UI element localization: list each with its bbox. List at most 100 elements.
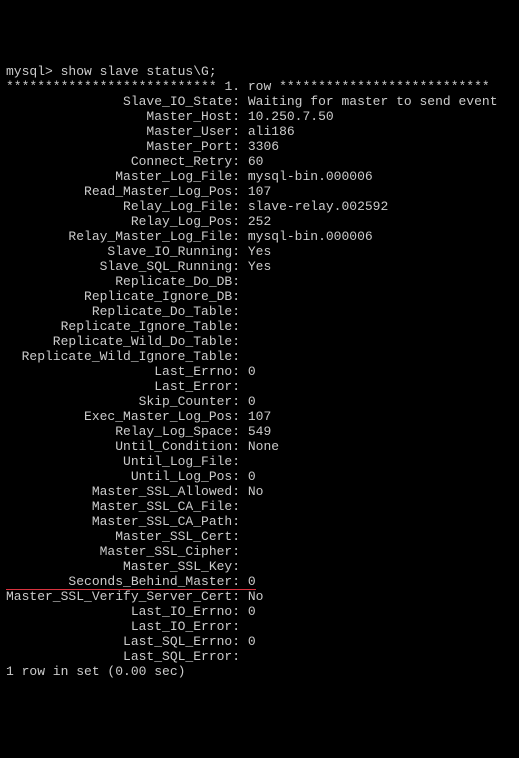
status-field-row: Replicate_Do_Table: bbox=[6, 304, 513, 319]
status-field-row: Master_User: ali186 bbox=[6, 124, 513, 139]
field-value: Yes bbox=[248, 259, 271, 274]
field-label: Master_SSL_Verify_Server_Cert: bbox=[6, 589, 240, 604]
field-value: No bbox=[248, 484, 264, 499]
status-field-row: Last_SQL_Errno: 0 bbox=[6, 634, 513, 649]
status-field-row: Replicate_Wild_Ignore_Table: bbox=[6, 349, 513, 364]
field-label: Exec_Master_Log_Pos: bbox=[6, 409, 240, 424]
field-label: Slave_IO_Running: bbox=[6, 244, 240, 259]
field-label: Replicate_Ignore_Table: bbox=[6, 319, 240, 334]
field-value: 107 bbox=[248, 184, 271, 199]
highlight-seconds-behind-master: Seconds_Behind_Master: 0 bbox=[6, 574, 256, 590]
field-label: Replicate_Do_Table: bbox=[6, 304, 240, 319]
field-label: Until_Condition: bbox=[6, 439, 240, 454]
field-label: Last_IO_Error: bbox=[6, 619, 240, 634]
field-value: 549 bbox=[248, 424, 271, 439]
field-label: Master_SSL_Cert: bbox=[6, 529, 240, 544]
field-label: Slave_SQL_Running: bbox=[6, 259, 240, 274]
field-value: 0 bbox=[248, 574, 256, 589]
field-value: None bbox=[248, 439, 279, 454]
field-label: Connect_Retry: bbox=[6, 154, 240, 169]
status-field-row: Master_Host: 10.250.7.50 bbox=[6, 109, 513, 124]
field-label: Last_SQL_Errno: bbox=[6, 634, 240, 649]
status-field-row: Master_Log_File: mysql-bin.000006 bbox=[6, 169, 513, 184]
field-value: mysql-bin.000006 bbox=[248, 229, 373, 244]
field-value: 252 bbox=[248, 214, 271, 229]
field-label: Replicate_Do_DB: bbox=[6, 274, 240, 289]
status-field-row: Exec_Master_Log_Pos: 107 bbox=[6, 409, 513, 424]
field-label: Last_IO_Errno: bbox=[6, 604, 240, 619]
field-label: Seconds_Behind_Master: bbox=[6, 574, 240, 589]
field-label: Last_SQL_Error: bbox=[6, 649, 240, 664]
status-field-row: Slave_IO_State: Waiting for master to se… bbox=[6, 94, 513, 109]
field-label: Until_Log_Pos: bbox=[6, 469, 240, 484]
status-field-row: Replicate_Ignore_Table: bbox=[6, 319, 513, 334]
status-field-row: Master_SSL_Allowed: No bbox=[6, 484, 513, 499]
status-field-row: Connect_Retry: 60 bbox=[6, 154, 513, 169]
field-label: Master_User: bbox=[6, 124, 240, 139]
row-sep-right: *************************** bbox=[279, 79, 490, 94]
status-field-row: Master_SSL_Verify_Server_Cert: No bbox=[6, 589, 513, 604]
status-field-row: Relay_Log_File: slave-relay.002592 bbox=[6, 199, 513, 214]
field-value: 107 bbox=[248, 409, 271, 424]
status-field-row: Master_Port: 3306 bbox=[6, 139, 513, 154]
field-value: 60 bbox=[248, 154, 264, 169]
field-label: Master_Port: bbox=[6, 139, 240, 154]
field-label: Master_SSL_CA_Path: bbox=[6, 514, 240, 529]
field-label: Relay_Master_Log_File: bbox=[6, 229, 240, 244]
status-field-row: Master_SSL_Key: bbox=[6, 559, 513, 574]
field-label: Master_SSL_Cipher: bbox=[6, 544, 240, 559]
status-field-row: Master_SSL_CA_File: bbox=[6, 499, 513, 514]
status-field-row: Last_IO_Errno: 0 bbox=[6, 604, 513, 619]
field-label: Relay_Log_File: bbox=[6, 199, 240, 214]
field-label: Master_SSL_CA_File: bbox=[6, 499, 240, 514]
field-value: 0 bbox=[248, 604, 256, 619]
row-sep-label: 1. row bbox=[217, 79, 279, 94]
status-field-row: Read_Master_Log_Pos: 107 bbox=[6, 184, 513, 199]
field-value: 10.250.7.50 bbox=[248, 109, 334, 124]
field-value: 3306 bbox=[248, 139, 279, 154]
field-label: Relay_Log_Space: bbox=[6, 424, 240, 439]
field-label: Replicate_Wild_Do_Table: bbox=[6, 334, 240, 349]
status-field-row: Last_Errno: 0 bbox=[6, 364, 513, 379]
row-sep-left: *************************** bbox=[6, 79, 217, 94]
field-value: No bbox=[248, 589, 264, 604]
field-value: 0 bbox=[248, 364, 256, 379]
status-field-row: Slave_IO_Running: Yes bbox=[6, 244, 513, 259]
status-field-row: Replicate_Do_DB: bbox=[6, 274, 513, 289]
status-field-row: Until_Log_Pos: 0 bbox=[6, 469, 513, 484]
field-label: Last_Errno: bbox=[6, 364, 240, 379]
status-field-row: Until_Log_File: bbox=[6, 454, 513, 469]
status-field-row: Relay_Log_Pos: 252 bbox=[6, 214, 513, 229]
field-label: Master_Log_File: bbox=[6, 169, 240, 184]
field-value: ali186 bbox=[248, 124, 295, 139]
status-field-row: Until_Condition: None bbox=[6, 439, 513, 454]
field-label: Relay_Log_Pos: bbox=[6, 214, 240, 229]
status-field-row: Last_Error: bbox=[6, 379, 513, 394]
status-field-row: Seconds_Behind_Master: 0 bbox=[6, 574, 513, 589]
mysql-prompt-line: mysql> show slave status\G; bbox=[6, 64, 513, 79]
field-label: Master_Host: bbox=[6, 109, 240, 124]
field-value: mysql-bin.000006 bbox=[248, 169, 373, 184]
status-field-row: Master_SSL_Cert: bbox=[6, 529, 513, 544]
status-field-row: Last_SQL_Error: bbox=[6, 649, 513, 664]
field-value: Yes bbox=[248, 244, 271, 259]
field-label: Master_SSL_Key: bbox=[6, 559, 240, 574]
status-field-row: Relay_Log_Space: 549 bbox=[6, 424, 513, 439]
status-field-row: Master_SSL_CA_Path: bbox=[6, 514, 513, 529]
field-value: 0 bbox=[248, 469, 256, 484]
field-label: Replicate_Ignore_DB: bbox=[6, 289, 240, 304]
terminal-output: mysql> show slave status\G;*************… bbox=[6, 64, 513, 679]
field-value: 0 bbox=[248, 394, 256, 409]
status-field-row: Last_IO_Error: bbox=[6, 619, 513, 634]
field-value: Waiting for master to send event bbox=[248, 94, 498, 109]
status-field-row: Replicate_Ignore_DB: bbox=[6, 289, 513, 304]
status-field-row: Skip_Counter: 0 bbox=[6, 394, 513, 409]
field-label: Until_Log_File: bbox=[6, 454, 240, 469]
field-label: Slave_IO_State: bbox=[6, 94, 240, 109]
status-field-row: Master_SSL_Cipher: bbox=[6, 544, 513, 559]
field-value: 0 bbox=[248, 634, 256, 649]
status-field-row: Slave_SQL_Running: Yes bbox=[6, 259, 513, 274]
status-field-row: Replicate_Wild_Do_Table: bbox=[6, 334, 513, 349]
field-value: slave-relay.002592 bbox=[248, 199, 388, 214]
field-label: Skip_Counter: bbox=[6, 394, 240, 409]
